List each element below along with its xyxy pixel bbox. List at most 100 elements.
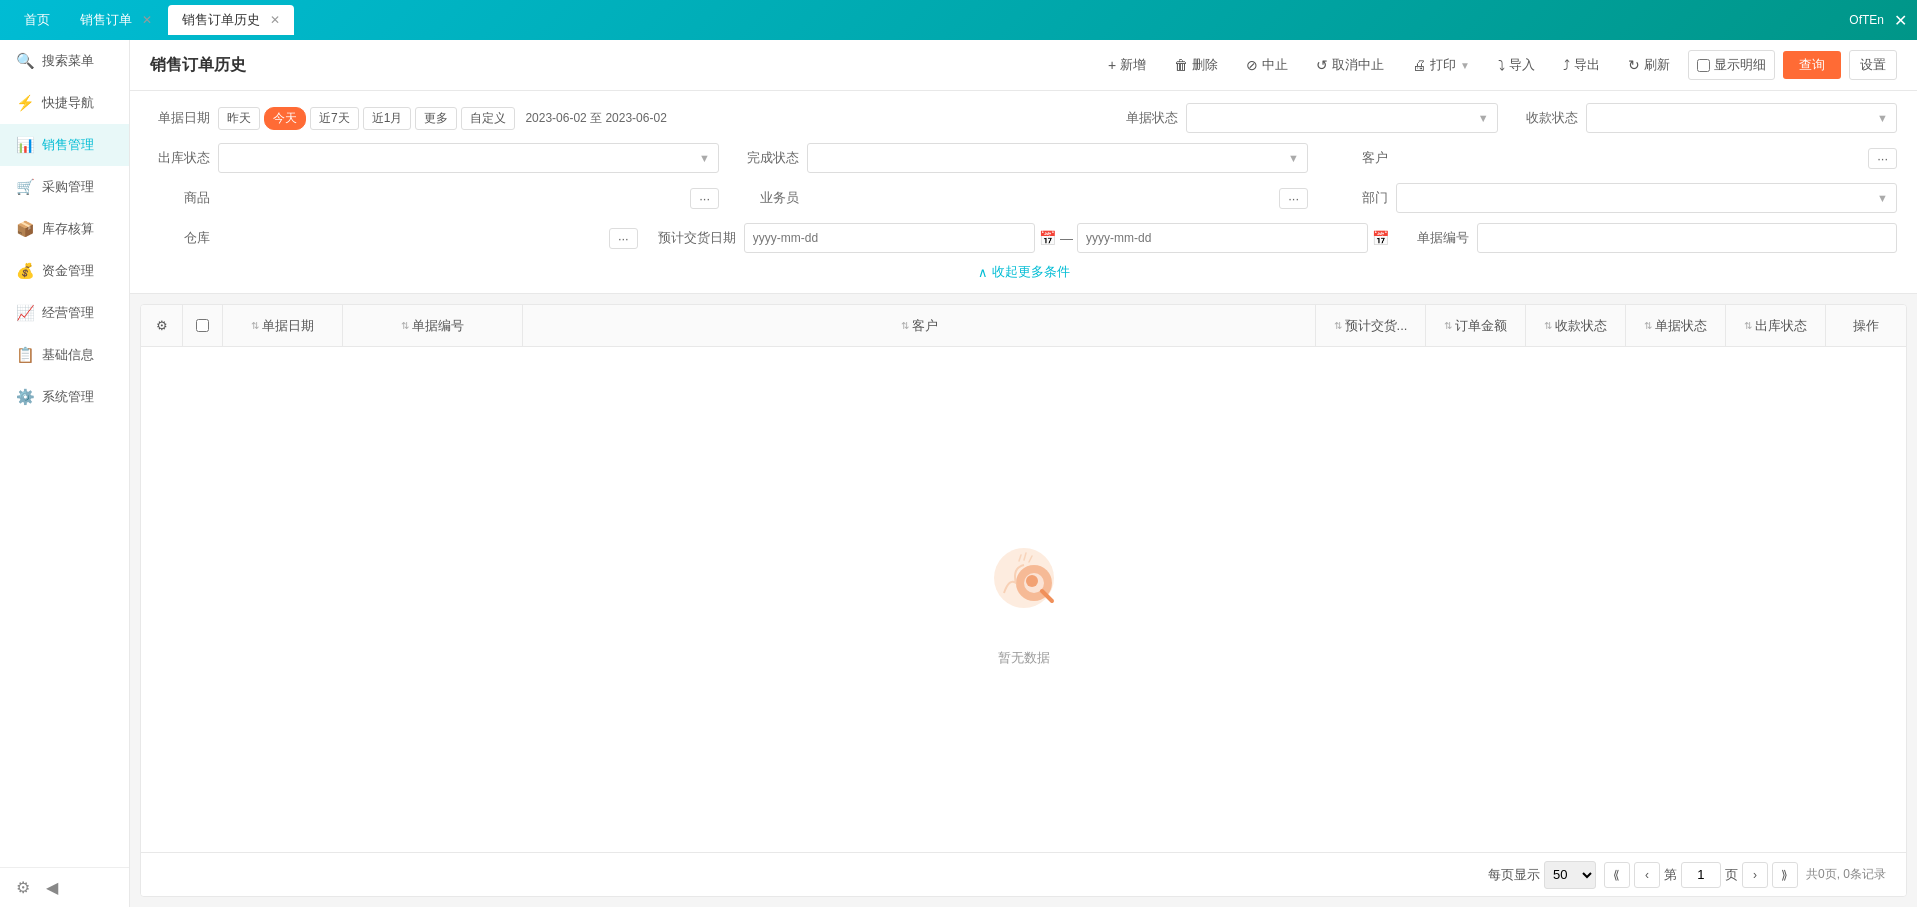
delivery-date-start-input[interactable]	[744, 223, 1035, 253]
th-bill[interactable]: ⇅ 单据状态	[1626, 305, 1726, 346]
th-outbound[interactable]: ⇅ 出库状态	[1726, 305, 1826, 346]
calendar-end-icon[interactable]: 📅	[1372, 230, 1389, 246]
filter-salesperson-ellipsis[interactable]: ···	[1279, 188, 1308, 209]
settings-label: 设置	[1860, 56, 1886, 74]
filter-warehouse-control: ···	[218, 228, 638, 249]
sidebar-item-search-menu[interactable]: 🔍 搜索菜单	[0, 40, 129, 82]
sidebar-item-base-info[interactable]: 📋 基础信息	[0, 334, 129, 376]
empty-state: 暂无数据	[141, 347, 1906, 852]
content-area: 销售订单历史 + 新增 🗑 删除 ⊘ 中止 ↺ 取消中止	[130, 40, 1917, 907]
tab-sales-history[interactable]: 销售订单历史 ✕	[168, 5, 294, 35]
th-settings[interactable]: ⚙	[141, 305, 183, 346]
tab-sales-history-label: 销售订单历史	[182, 11, 260, 29]
sidebar-item-finance[interactable]: 💰 资金管理	[0, 250, 129, 292]
main-layout: 🔍 搜索菜单 ⚡ 快捷导航 📊 销售管理 🛒 采购管理 📦 库存核算 💰 资金管…	[0, 40, 1917, 907]
filter-order-no-label: 单据编号	[1409, 229, 1469, 247]
tab-sales-order[interactable]: 销售订单 ✕	[66, 5, 166, 35]
refresh-button[interactable]: ↻ 刷新	[1618, 51, 1680, 79]
filter-outbound-select[interactable]: ▼	[218, 143, 719, 173]
new-button[interactable]: + 新增	[1098, 51, 1156, 79]
date-btn-more[interactable]: 更多	[415, 107, 457, 130]
filter-item-complete: 完成状态 ▼	[739, 143, 1308, 173]
filter-receipt-status-select[interactable]: ▼	[1586, 103, 1897, 133]
sidebar-item-quick-nav[interactable]: ⚡ 快捷导航	[0, 82, 129, 124]
sidebar-item-search-menu-label: 搜索菜单	[42, 52, 94, 70]
filter-goods-ellipsis[interactable]: ···	[690, 188, 719, 209]
filter-bill-status-select[interactable]: ▼	[1186, 103, 1497, 133]
sidebar-settings-icon[interactable]: ⚙	[16, 878, 30, 897]
cancel-stop-label: 取消中止	[1332, 56, 1384, 74]
th-date-label: 单据日期	[262, 317, 314, 335]
date-btn-today[interactable]: 今天	[264, 107, 306, 130]
th-customer[interactable]: ⇅ 客户	[523, 305, 1316, 346]
show-detail-button[interactable]: 显示明细	[1688, 50, 1775, 80]
date-btn-custom[interactable]: 自定义	[461, 107, 515, 130]
show-detail-checkbox[interactable]	[1697, 59, 1710, 72]
tab-home[interactable]: 首页	[10, 5, 64, 35]
page-first-button[interactable]: ⟪	[1604, 862, 1630, 888]
date-btn-1month[interactable]: 近1月	[363, 107, 412, 130]
th-outbound-label: 出库状态	[1755, 317, 1807, 335]
new-label: 新增	[1120, 56, 1146, 74]
page-prev-button[interactable]: ‹	[1634, 862, 1660, 888]
filter-customer-control: ···	[1396, 148, 1897, 169]
page-last-button[interactable]: ⟫	[1772, 862, 1798, 888]
th-checkbox[interactable]	[183, 305, 223, 346]
page-header: 销售订单历史 + 新增 🗑 删除 ⊘ 中止 ↺ 取消中止	[130, 40, 1917, 91]
filter-item-salesperson: 业务员 ···	[739, 188, 1308, 209]
page-number-input[interactable]	[1681, 862, 1721, 888]
total-text: 共0页, 0条记录	[1806, 866, 1886, 883]
collapse-button[interactable]: ∧ 收起更多条件	[978, 263, 1070, 281]
per-page-dropdown[interactable]: 50 10 20 100	[1544, 861, 1596, 889]
sidebar-item-sales-mgmt[interactable]: 📊 销售管理	[0, 124, 129, 166]
query-label: 查询	[1799, 56, 1825, 74]
filter-row-1: 单据日期 昨天 今天 近7天 近1月 更多 自定义 2023-06-02 至 2…	[150, 103, 1897, 133]
filter-dept-select[interactable]: ▼	[1396, 183, 1897, 213]
filter-complete-select[interactable]: ▼	[807, 143, 1308, 173]
settings-button[interactable]: 设置	[1849, 50, 1897, 80]
base-info-icon: 📋	[16, 346, 34, 364]
sidebar-item-sys-mgmt-label: 系统管理	[42, 388, 94, 406]
cancel-stop-button[interactable]: ↺ 取消中止	[1306, 51, 1394, 79]
th-date[interactable]: ⇅ 单据日期	[223, 305, 343, 346]
calendar-start-icon[interactable]: 📅	[1039, 230, 1056, 246]
sort-icon-customer: ⇅	[901, 320, 909, 331]
quick-nav-icon: ⚡	[16, 94, 34, 112]
settings-gear-icon: ⚙	[156, 318, 168, 333]
page-title: 销售订单历史	[150, 55, 246, 76]
th-orderno[interactable]: ⇅ 单据编号	[343, 305, 523, 346]
filter-item-receipt-status: 收款状态 ▼	[1518, 103, 1897, 133]
window-close-icon[interactable]: ✕	[1894, 11, 1907, 30]
filter-order-no-input[interactable]	[1477, 223, 1897, 253]
import-button[interactable]: ⤵ 导入	[1488, 51, 1545, 79]
sidebar-collapse-icon[interactable]: ◀	[46, 878, 58, 897]
date-btn-7days[interactable]: 近7天	[310, 107, 359, 130]
stop-button[interactable]: ⊘ 中止	[1236, 51, 1298, 79]
refresh-label: 刷新	[1644, 56, 1670, 74]
collapse-arrow-icon: ∧	[978, 265, 988, 280]
sidebar-item-operation[interactable]: 📈 经营管理	[0, 292, 129, 334]
table-header: ⚙ ⇅ 单据日期 ⇅ 单据编号 ⇅ 客户 ⇅	[141, 305, 1906, 347]
sidebar-item-purchase-mgmt[interactable]: 🛒 采购管理	[0, 166, 129, 208]
sidebar-item-inventory[interactable]: 📦 库存核算	[0, 208, 129, 250]
tab-sales-history-close[interactable]: ✕	[270, 13, 280, 27]
query-button[interactable]: 查询	[1783, 51, 1841, 79]
page-next-button[interactable]: ›	[1742, 862, 1768, 888]
delete-button[interactable]: 🗑 删除	[1164, 51, 1228, 79]
select-all-checkbox[interactable]	[196, 319, 209, 332]
filter-date-control: 昨天 今天 近7天 近1月 更多 自定义 2023-06-02 至 2023-0…	[218, 107, 1098, 130]
delivery-date-end-input[interactable]	[1077, 223, 1368, 253]
export-button[interactable]: ⤴ 导出	[1553, 51, 1610, 79]
sidebar-item-sys-mgmt[interactable]: ⚙️ 系统管理	[0, 376, 129, 418]
th-amount[interactable]: ⇅ 订单金额	[1426, 305, 1526, 346]
th-delivery[interactable]: ⇅ 预计交货...	[1316, 305, 1426, 346]
tab-sales-order-close[interactable]: ✕	[142, 13, 152, 27]
finance-icon: 💰	[16, 262, 34, 280]
filter-customer-ellipsis[interactable]: ···	[1868, 148, 1897, 169]
print-button[interactable]: 🖨 打印 ▼	[1402, 51, 1480, 79]
th-receipt[interactable]: ⇅ 收款状态	[1526, 305, 1626, 346]
filter-row-4: 仓库 ··· 预计交货日期 📅 — 📅 单据编号	[150, 223, 1897, 253]
filter-warehouse-ellipsis[interactable]: ···	[609, 228, 638, 249]
date-btn-yesterday[interactable]: 昨天	[218, 107, 260, 130]
print-label: 打印	[1430, 56, 1456, 74]
